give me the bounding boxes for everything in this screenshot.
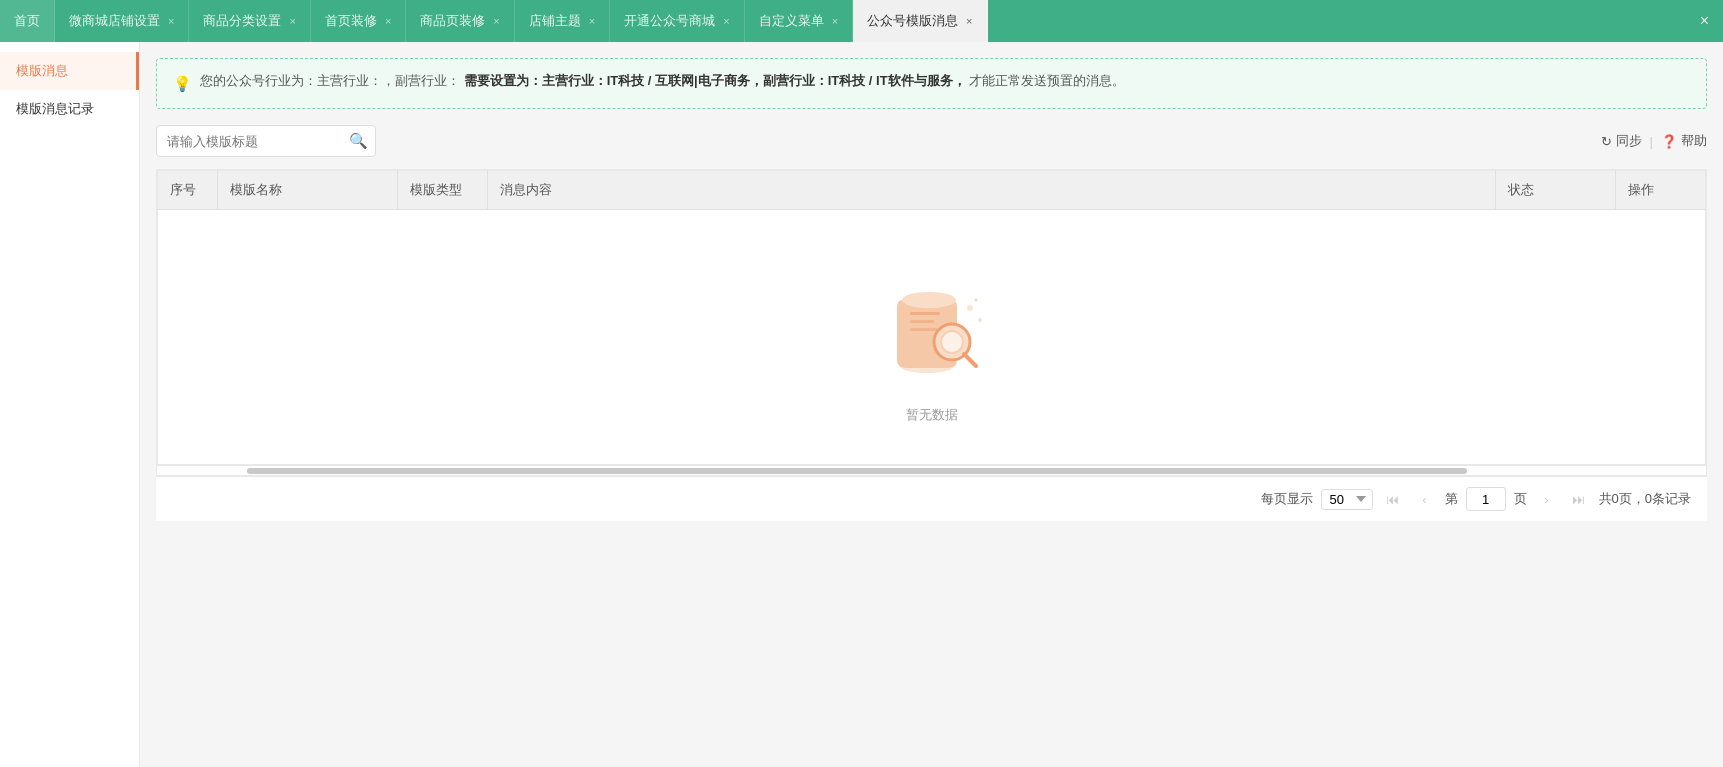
info-text-suffix: 才能正常发送预置的消息。 [969, 73, 1125, 88]
tab-open-mall-label: 开通公众号商城 [624, 12, 715, 30]
svg-rect-4 [910, 328, 938, 331]
info-banner: 💡 您的公众号行业为：主营行业：，副营行业： 需要设置为：主营行业：IT科技 /… [156, 58, 1707, 109]
col-header-action: 操作 [1616, 171, 1706, 210]
table-header-row: 序号 模版名称 模版类型 消息内容 状态 [158, 171, 1706, 210]
tab-home-label: 首页 [14, 12, 40, 30]
tab-home[interactable]: 首页 [0, 0, 55, 42]
close-tab-shop-settings[interactable]: × [168, 15, 174, 27]
sidebar: 模版消息 模版消息记录 [0, 42, 140, 767]
close-tab-product-decor[interactable]: × [493, 15, 499, 27]
tab-template-msg-label: 公众号模版消息 [867, 12, 958, 30]
empty-text: 暂无数据 [906, 406, 958, 424]
help-label: 帮助 [1681, 132, 1707, 150]
content-area: 💡 您的公众号行业为：主营行业：，副营行业： 需要设置为：主营行业：IT科技 /… [140, 42, 1723, 767]
page-input[interactable] [1466, 487, 1506, 511]
info-text-highlight: 需要设置为：主营行业：IT科技 / 互联网|电子商务，副营行业：IT科技 / I… [464, 73, 966, 88]
tab-category-settings[interactable]: 商品分类设置 × [189, 0, 310, 42]
col-header-name: 模版名称 [218, 171, 398, 210]
sidebar-item-template-msg-log[interactable]: 模版消息记录 [0, 90, 139, 128]
scrollbar-thumb[interactable] [247, 468, 1467, 474]
main-layout: 模版消息 模版消息记录 💡 您的公众号行业为：主营行业：，副营行业： 需要设置为… [0, 42, 1723, 767]
tab-shop-settings-label: 微商城店铺设置 [69, 12, 160, 30]
svg-line-7 [964, 354, 976, 366]
help-icon: ❓ [1661, 134, 1677, 149]
search-input-wrap: 🔍 [156, 125, 376, 157]
empty-state-row: 暂无数据 [158, 210, 1706, 465]
tab-shop-settings[interactable]: 微商城店铺设置 × [55, 0, 189, 42]
lightbulb-icon: 💡 [173, 72, 192, 96]
close-tab-template-msg[interactable]: × [966, 15, 972, 27]
tab-product-decor-label: 商品页装修 [420, 12, 485, 30]
col-header-status: 状态 [1496, 171, 1616, 210]
page-next-button[interactable]: › [1535, 487, 1559, 511]
svg-rect-3 [910, 320, 934, 323]
tab-homepage-decor-label: 首页装修 [325, 12, 377, 30]
toolbar-divider: | [1650, 134, 1653, 149]
sync-button[interactable]: ↻ 同步 [1601, 132, 1642, 150]
col-header-seq: 序号 [158, 171, 218, 210]
info-text-prefix: 您的公众号行业为：主营行业：，副营行业： [200, 73, 460, 88]
svg-rect-2 [910, 312, 940, 315]
search-input[interactable] [156, 125, 376, 157]
close-tab-category-settings[interactable]: × [289, 15, 295, 27]
close-tab-open-mall[interactable]: × [723, 15, 729, 27]
close-tab-custom-menu[interactable]: × [832, 15, 838, 27]
tab-custom-menu-label: 自定义菜单 [759, 12, 824, 30]
empty-state: 暂无数据 [158, 210, 1705, 464]
svg-point-1 [902, 292, 956, 308]
sidebar-item-template-msg-label: 模版消息 [16, 63, 68, 78]
page-prev-button[interactable]: ‹ [1413, 487, 1437, 511]
col-header-content: 消息内容 [488, 171, 1496, 210]
page-total: 共0页，0条记录 [1599, 490, 1691, 508]
svg-point-6 [941, 331, 963, 353]
data-table-wrapper: 序号 模版名称 模版类型 消息内容 状态 [156, 169, 1707, 476]
info-banner-text: 您的公众号行业为：主营行业：，副营行业： 需要设置为：主营行业：IT科技 / 互… [200, 71, 1125, 92]
tab-template-msg[interactable]: 公众号模版消息 × [853, 0, 987, 42]
col-header-type: 模版类型 [398, 171, 488, 210]
toolbar-right: ↻ 同步 | ❓ 帮助 [1601, 132, 1707, 150]
top-navigation: 首页 微商城店铺设置 × 商品分类设置 × 首页装修 × 商品页装修 × 店铺主… [0, 0, 1723, 42]
page-di-word: 第 [1445, 490, 1458, 508]
tab-category-settings-label: 商品分类设置 [203, 12, 281, 30]
svg-point-8 [967, 305, 973, 311]
page-last-button[interactable]: ⏭ [1567, 487, 1591, 511]
sidebar-item-template-msg[interactable]: 模版消息 [0, 52, 139, 90]
tab-custom-menu[interactable]: 自定义菜单 × [745, 0, 853, 42]
close-tab-homepage-decor[interactable]: × [385, 15, 391, 27]
close-all-button[interactable]: × [1686, 12, 1723, 30]
close-tab-shop-theme[interactable]: × [589, 15, 595, 27]
tab-shop-theme-label: 店铺主题 [529, 12, 581, 30]
tab-open-mall[interactable]: 开通公众号商城 × [610, 0, 744, 42]
horizontal-scrollbar[interactable] [157, 465, 1706, 475]
tab-homepage-decor[interactable]: 首页装修 × [311, 0, 406, 42]
empty-icon [872, 270, 992, 390]
help-button[interactable]: ❓ 帮助 [1661, 132, 1707, 150]
page-size-label: 每页显示 [1261, 490, 1313, 508]
tab-product-decor[interactable]: 商品页装修 × [406, 0, 514, 42]
data-table: 序号 模版名称 模版类型 消息内容 状态 [157, 170, 1706, 465]
page-word: 页 [1514, 490, 1527, 508]
page-size-select[interactable]: 50 10 20 100 [1321, 489, 1373, 510]
page-first-button[interactable]: ⏮ [1381, 487, 1405, 511]
sidebar-item-template-msg-log-label: 模版消息记录 [16, 101, 94, 116]
search-icon[interactable]: 🔍 [349, 132, 368, 150]
tab-shop-theme[interactable]: 店铺主题 × [515, 0, 610, 42]
sync-icon: ↻ [1601, 134, 1612, 149]
sync-label: 同步 [1616, 132, 1642, 150]
svg-point-10 [974, 299, 977, 302]
pagination-row: 每页显示 50 10 20 100 ⏮ ‹ 第 页 › ⏭ 共0页，0条记录 [156, 476, 1707, 521]
svg-point-9 [978, 318, 982, 322]
search-bar: 🔍 ↻ 同步 | ❓ 帮助 [156, 125, 1707, 157]
